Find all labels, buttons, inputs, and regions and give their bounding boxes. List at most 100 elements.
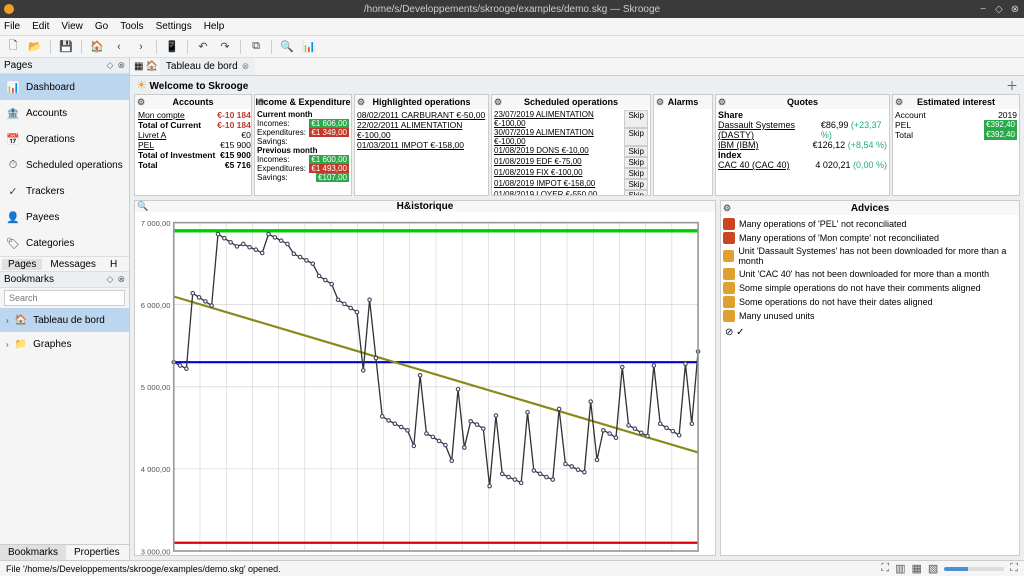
detach-icon[interactable]: ◇ [107, 274, 114, 284]
menu-file[interactable]: File [4, 21, 20, 32]
skip-button[interactable]: Skip [624, 110, 648, 128]
midtab-pages[interactable]: Pages [2, 259, 42, 270]
skip-button[interactable]: Skip [624, 168, 648, 179]
statusbar-icon[interactable]: ⛶ [881, 562, 889, 575]
scheduled-op[interactable]: 01/08/2019 IMPOT €-158,00 [494, 179, 595, 190]
dismiss-icon[interactable]: ⊘ [725, 327, 733, 338]
new-icon[interactable]: 🗋 [4, 38, 22, 56]
scheduled-op[interactable]: 01/08/2019 DONS €-10,00 [494, 146, 589, 157]
account-name[interactable]: Livret A [137, 130, 216, 140]
close-panel-icon[interactable]: ⊗ [117, 60, 125, 70]
maximize-icon[interactable]: ◇ [994, 4, 1004, 14]
sidebar-item-operations[interactable]: 📅Operations [0, 126, 129, 152]
gear-icon[interactable]: ⚙ [494, 97, 502, 108]
fwd-icon[interactable]: › [132, 38, 150, 56]
gear-icon[interactable]: 🔍 [137, 201, 148, 212]
widget-accounts: ⚙Accounts Mon compte€-10 184,00Total of … [134, 94, 252, 196]
tab-icon[interactable]: 🏠 [145, 61, 157, 72]
svg-text:€45 000,00: €45 000,00 [141, 383, 170, 392]
document-tab[interactable]: Tableau de bord⊗ [160, 58, 255, 75]
skip-button[interactable]: Skip [624, 128, 648, 146]
gear-icon[interactable]: ⚙ [723, 203, 731, 214]
sidebar-item-dashboard[interactable]: 📊Dashboard [0, 74, 129, 100]
bookmark-item[interactable]: ›🏠Tableau de bord [0, 308, 129, 332]
bookmark-icon: 🏠 [15, 315, 27, 326]
scheduled-op[interactable]: 01/08/2019 LOYER €-550,00 [494, 190, 597, 195]
history-chart: €43 000,00€44 000,00€45 000,00€46 000,00… [141, 216, 709, 558]
save-icon[interactable]: 💾 [57, 38, 75, 56]
sidebar-item-trackers[interactable]: ✓Trackers [0, 178, 129, 204]
device-icon[interactable]: 📱 [163, 38, 181, 56]
zoom-slider[interactable] [944, 567, 1004, 571]
account-name[interactable]: Mon compte [137, 110, 216, 120]
skip-button[interactable]: Skip [624, 146, 648, 157]
detach-icon[interactable]: ◇ [107, 60, 114, 70]
gear-icon[interactable]: ⚙ [357, 97, 365, 108]
scheduled-op[interactable]: 01/08/2019 FIX €-100,00 [494, 168, 583, 179]
home-icon[interactable]: 🏠 [88, 38, 106, 56]
bottomtab-bookmarks[interactable]: Bookmarks [0, 545, 66, 560]
scheduled-op[interactable]: 30/07/2019 ALIMENTATION €-100,00 [494, 128, 624, 146]
fullscreen-icon[interactable]: ⛶ [1010, 562, 1018, 575]
skip-button[interactable]: Skip [624, 157, 648, 168]
sidebar-item-payees[interactable]: 👤Payees [0, 204, 129, 230]
quote-name[interactable]: CAC 40 (CAC 40) [718, 160, 790, 170]
gear-icon[interactable]: ⚙ [718, 97, 726, 108]
add-widget-icon[interactable]: ＋ [1006, 77, 1018, 94]
open-icon[interactable]: 📂 [26, 38, 44, 56]
close-panel-icon[interactable]: ⊗ [117, 274, 125, 284]
gear-icon[interactable]: ⚙ [137, 97, 145, 108]
advice-item[interactable]: Unit 'Dassault Systemes' has not been do… [723, 245, 1017, 267]
minimize-icon[interactable]: − [978, 4, 988, 14]
bookmark-search-input[interactable] [4, 290, 125, 306]
accept-icon[interactable]: ✓ [736, 327, 744, 338]
advice-item[interactable]: Many operations of 'PEL' not reconciliat… [723, 217, 1017, 231]
gear-icon[interactable]: ⚙ [656, 97, 664, 108]
midtab-h[interactable]: H [104, 259, 123, 270]
scheduled-op[interactable]: 01/08/2019 EDF €-75,00 [494, 157, 582, 168]
quote-name[interactable]: IBM (IBM) [718, 140, 759, 150]
redo-icon[interactable]: ↷ [216, 38, 234, 56]
sidebar-item-categories[interactable]: 🏷Categories [0, 230, 129, 256]
advice-item[interactable]: Some operations do not have their dates … [723, 295, 1017, 309]
tab-icon[interactable]: ▦ [134, 61, 143, 72]
close-icon[interactable]: ⊗ [1010, 4, 1020, 14]
menu-tools[interactable]: Tools [120, 21, 143, 32]
menu-settings[interactable]: Settings [156, 21, 192, 32]
undo-icon[interactable]: ↶ [194, 38, 212, 56]
highlighted-op[interactable]: 08/02/2011 CARBURANT €-50,00 [357, 110, 486, 120]
statusbar-icon[interactable]: ▧ [928, 562, 938, 575]
highlighted-op[interactable]: 01/03/2011 IMPOT €-158,00 [357, 140, 486, 150]
advice-item[interactable]: Unit 'CAC 40' has not been downloaded fo… [723, 267, 1017, 281]
advice-item[interactable]: Many operations of 'Mon compte' not reco… [723, 231, 1017, 245]
sidebar-item-scheduled-operations[interactable]: ⏱Scheduled operations [0, 152, 129, 178]
gear-icon[interactable]: ⚙ [257, 97, 265, 108]
history-panel: 🔍H&istorique €43 000,00€44 000,00€45 000… [134, 200, 716, 556]
nav-icon: 👤 [6, 211, 20, 224]
bottomtab-properties[interactable]: Properties [66, 545, 128, 560]
bookmark-item[interactable]: ›📁Graphes [0, 332, 129, 356]
stats-icon[interactable]: 📊 [300, 38, 318, 56]
menu-view[interactable]: View [61, 21, 83, 32]
sidebar-item-accounts[interactable]: 🏦Accounts [0, 100, 129, 126]
midtab-messages[interactable]: Messages [44, 259, 102, 270]
account-name[interactable]: PEL [137, 140, 216, 150]
skip-button[interactable]: Skip [624, 190, 648, 195]
back-icon[interactable]: ‹ [110, 38, 128, 56]
advice-item[interactable]: Some simple operations do not have their… [723, 281, 1017, 295]
copy-icon[interactable]: ⧉ [247, 38, 265, 56]
menu-edit[interactable]: Edit [32, 21, 49, 32]
statusbar-icon[interactable]: ▥ [895, 562, 905, 575]
statusbar-icon[interactable]: ▦ [911, 562, 921, 575]
menu-go[interactable]: Go [95, 21, 108, 32]
skip-button[interactable]: Skip [624, 179, 648, 190]
advice-item[interactable]: Many unused units [723, 309, 1017, 323]
scheduled-op[interactable]: 23/07/2019 ALIMENTATION €-100,00 [494, 110, 624, 128]
highlighted-op[interactable]: 22/02/2011 ALIMENTATION €-100,00 [357, 120, 486, 140]
quote-name[interactable]: Dassault Systemes (DASTY) [718, 120, 821, 140]
gear-icon[interactable]: ⚙ [895, 97, 903, 108]
app-icon [4, 4, 14, 14]
menu-help[interactable]: Help [204, 21, 225, 32]
tab-close-icon[interactable]: ⊗ [242, 61, 250, 72]
search-icon[interactable]: 🔍 [278, 38, 296, 56]
